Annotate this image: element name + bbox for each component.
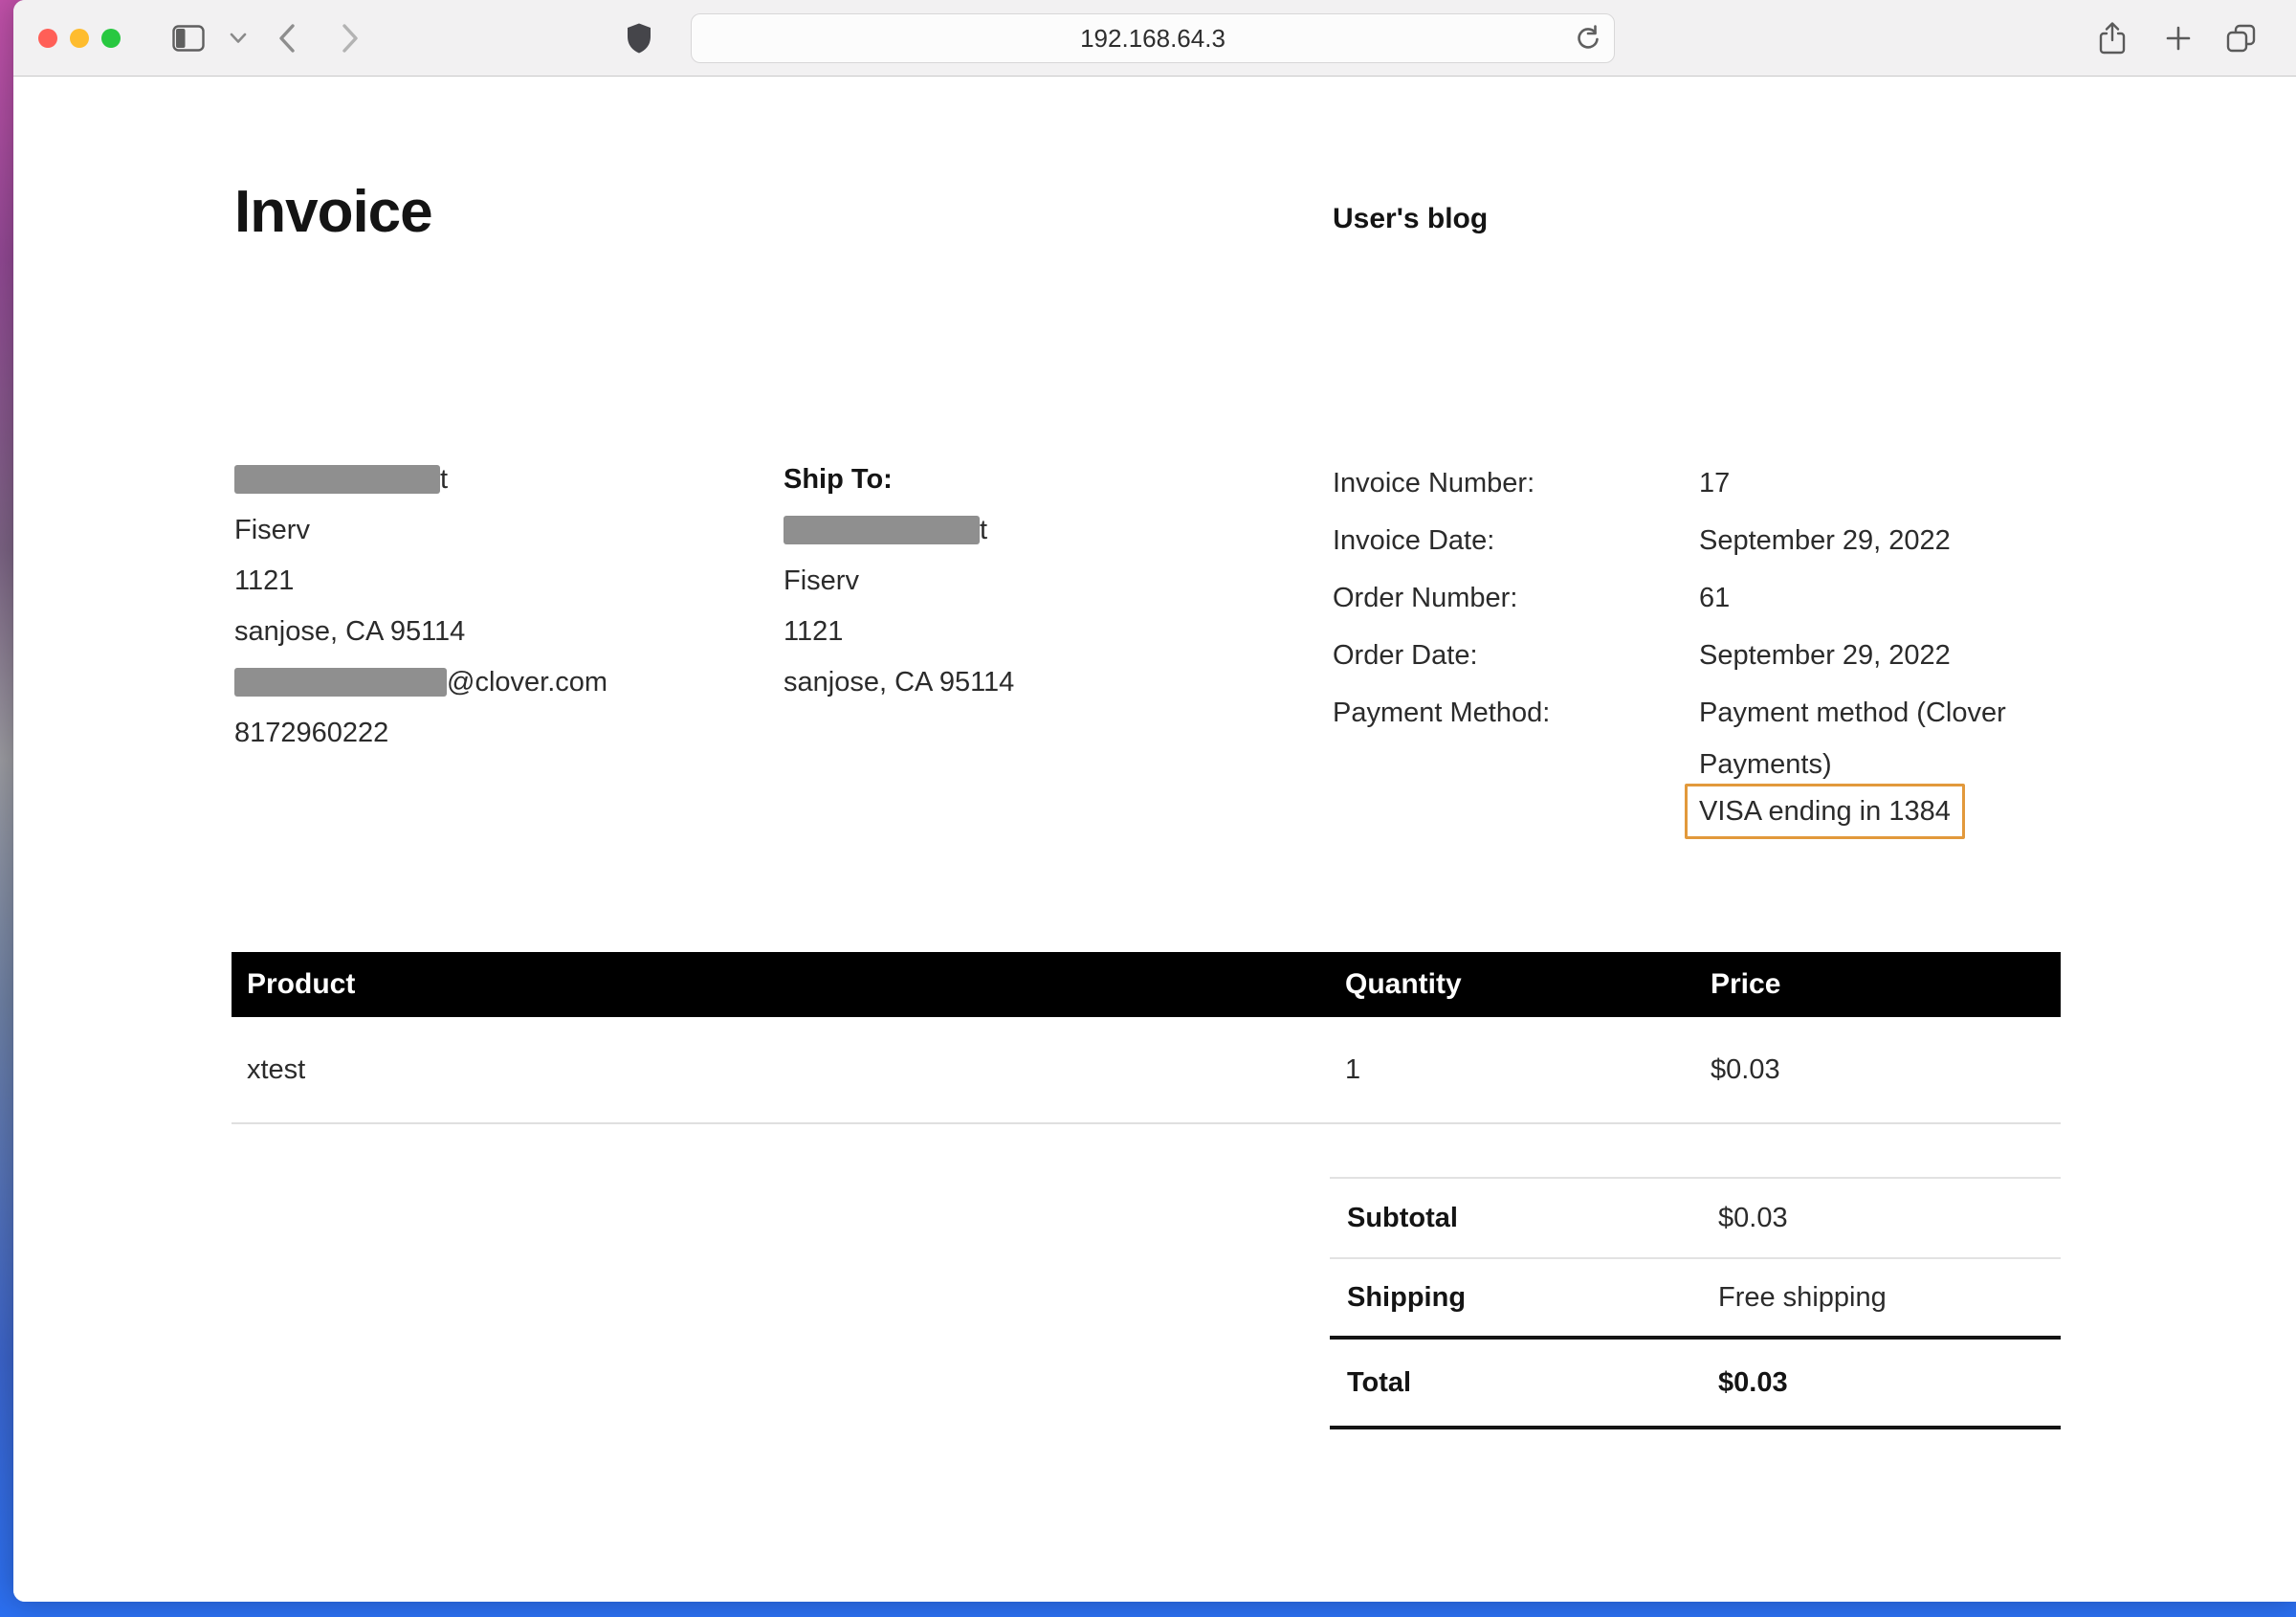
shipping-label: Shipping (1347, 1281, 1467, 1313)
chevron-left-icon (279, 24, 295, 53)
privacy-report-button[interactable] (626, 0, 652, 77)
shipping-row: Shipping Free shipping (1330, 1259, 2061, 1340)
invoice-details: Invoice Number: 17 Invoice Date: Septemb… (1333, 457, 2069, 790)
browser-toolbar: 192.168.64.3 (13, 0, 2296, 77)
table-row: xtest 1 $0.03 (232, 1017, 2061, 1124)
shipping-value: Free shipping (1718, 1281, 1887, 1313)
safari-window: 192.168.64.3 Invoice User's blog t Fiser… (13, 0, 2296, 1602)
totals-table: Subtotal $0.03 Shipping Free shipping To… (1330, 1177, 2061, 1429)
product-table: Product Quantity Price xtest 1 $0.03 (232, 952, 2061, 1124)
redacted-text (234, 668, 447, 697)
product-table-header: Product Quantity Price (232, 952, 2061, 1017)
forward-button[interactable] (341, 0, 360, 77)
redacted-text (234, 465, 440, 494)
desktop-background: 192.168.64.3 Invoice User's blog t Fiser… (0, 0, 2296, 1617)
sidebar-menu-chevron-button[interactable] (230, 0, 247, 77)
detail-value: September 29, 2022 (1699, 640, 1951, 671)
blog-name: User's blog (1333, 203, 1489, 234)
shipping-address2: sanjose, CA 95114 (784, 667, 1015, 698)
total-row: Total $0.03 (1330, 1340, 2061, 1429)
zoom-window-button[interactable] (101, 29, 121, 48)
total-value: $0.03 (1718, 1366, 1788, 1398)
billing-company: Fiserv (234, 515, 310, 545)
ship-to-heading: Ship To: (784, 464, 893, 495)
shipping-address1: 1121 (784, 616, 844, 647)
detail-value: 17 (1699, 468, 1731, 498)
chevron-right-icon (342, 24, 358, 53)
reload-button[interactable] (1574, 24, 1602, 59)
sidebar-icon (172, 25, 205, 52)
cell-quantity: 1 (1345, 1053, 1361, 1085)
detail-label: Invoice Number: (1333, 468, 1535, 498)
tabs-icon (2226, 24, 2256, 53)
cell-price: $0.03 (1711, 1053, 1780, 1085)
detail-label: Order Number: (1333, 583, 1518, 613)
subtotal-row: Subtotal $0.03 (1330, 1179, 2061, 1259)
url-text: 192.168.64.3 (1080, 24, 1225, 53)
reload-icon (1578, 25, 1599, 49)
billing-address: t Fiserv 1121 sanjose, CA 95114 @clover.… (234, 454, 607, 759)
header-product: Product (247, 968, 356, 1000)
cell-product: xtest (247, 1053, 306, 1085)
new-tab-button[interactable] (2164, 0, 2193, 77)
tab-overview-button[interactable] (2225, 0, 2258, 77)
detail-value: Payment method (Clover Payments) (1699, 698, 2006, 780)
address-bar[interactable]: 192.168.64.3 (691, 13, 1615, 63)
billing-name: t (234, 454, 607, 505)
header-quantity: Quantity (1345, 968, 1462, 1000)
shipping-company: Fiserv (784, 565, 859, 596)
detail-label: Payment Method: (1333, 698, 1551, 728)
share-button[interactable] (2097, 0, 2128, 77)
billing-email: @clover.com (234, 657, 607, 708)
detail-value: 61 (1699, 583, 1731, 613)
minimize-window-button[interactable] (70, 29, 89, 48)
detail-label: Invoice Date: (1333, 525, 1495, 556)
shipping-address: Ship To: t Fiserv 1121 sanjose, CA 95114 (784, 454, 1014, 708)
shipping-name: t (784, 505, 1014, 556)
billing-address1: 1121 (234, 565, 295, 596)
sidebar-toggle-button[interactable] (172, 0, 205, 77)
card-ending-note: VISA ending in 1384 (1685, 784, 1965, 839)
plus-icon (2166, 26, 2191, 51)
subtotal-value: $0.03 (1718, 1202, 1788, 1233)
page-title: Invoice (234, 179, 433, 245)
close-window-button[interactable] (38, 29, 57, 48)
window-controls (38, 29, 121, 48)
total-label: Total (1347, 1366, 1412, 1398)
back-button[interactable] (277, 0, 297, 77)
header-price: Price (1711, 968, 1781, 1000)
invoice-document: Invoice User's blog t Fiserv 1121 sanjos… (13, 77, 2296, 1602)
chevron-down-icon (230, 33, 247, 43)
redacted-text (784, 516, 980, 544)
share-icon (2099, 22, 2126, 55)
billing-address2: sanjose, CA 95114 (234, 616, 466, 647)
shield-icon (628, 23, 651, 54)
billing-phone: 8172960222 (234, 718, 389, 748)
detail-value: September 29, 2022 (1699, 525, 1951, 556)
subtotal-label: Subtotal (1347, 1202, 1458, 1233)
detail-label: Order Date: (1333, 640, 1478, 671)
